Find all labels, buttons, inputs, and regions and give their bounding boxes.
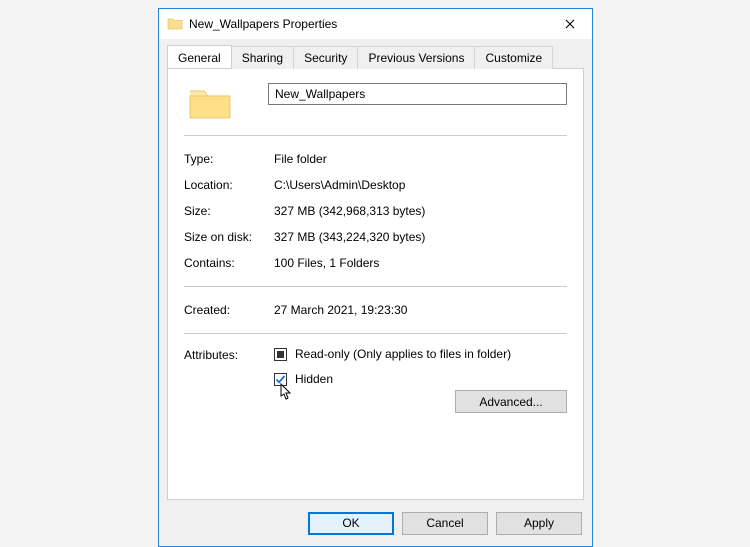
label-location: Location: (184, 178, 274, 192)
tab-strip: General Sharing Security Previous Versio… (167, 45, 584, 68)
close-icon (565, 19, 575, 29)
tab-sharing[interactable]: Sharing (231, 46, 294, 69)
tab-general[interactable]: General (167, 45, 232, 68)
ok-button[interactable]: OK (308, 512, 394, 535)
label-hidden: Hidden (295, 372, 333, 386)
titlebar: New_Wallpapers Properties (159, 9, 592, 39)
value-size: 327 MB (342,968,313 bytes) (274, 204, 567, 218)
apply-button[interactable]: Apply (496, 512, 582, 535)
folder-icon (167, 16, 183, 32)
tab-security[interactable]: Security (293, 46, 358, 69)
label-created: Created: (184, 303, 274, 317)
close-button[interactable] (548, 9, 592, 39)
tab-previous-versions[interactable]: Previous Versions (357, 46, 475, 69)
label-size: Size: (184, 204, 274, 218)
value-created: 27 March 2021, 19:23:30 (274, 303, 567, 317)
value-contains: 100 Files, 1 Folders (274, 256, 567, 270)
dialog-footer: OK Cancel Apply (159, 500, 592, 546)
folder-name-input[interactable] (268, 83, 567, 105)
label-readonly: Read-only (Only applies to files in fold… (295, 347, 511, 361)
properties-dialog: New_Wallpapers Properties General Sharin… (158, 8, 593, 547)
label-size-on-disk: Size on disk: (184, 230, 274, 244)
checkbox-readonly[interactable] (274, 348, 287, 361)
value-type: File folder (274, 152, 567, 166)
checkbox-hidden[interactable] (274, 373, 287, 386)
dialog-body: General Sharing Security Previous Versio… (159, 39, 592, 500)
window-title: New_Wallpapers Properties (189, 17, 548, 31)
tab-customize[interactable]: Customize (474, 46, 553, 69)
label-type: Type: (184, 152, 274, 166)
folder-large-icon (188, 83, 232, 121)
label-attributes: Attributes: (184, 348, 238, 362)
cancel-button[interactable]: Cancel (402, 512, 488, 535)
tab-panel-general: Type:File folder Location:C:\Users\Admin… (167, 68, 584, 500)
value-size-on-disk: 327 MB (343,224,320 bytes) (274, 230, 567, 244)
label-contains: Contains: (184, 256, 274, 270)
value-location: C:\Users\Admin\Desktop (274, 178, 567, 192)
